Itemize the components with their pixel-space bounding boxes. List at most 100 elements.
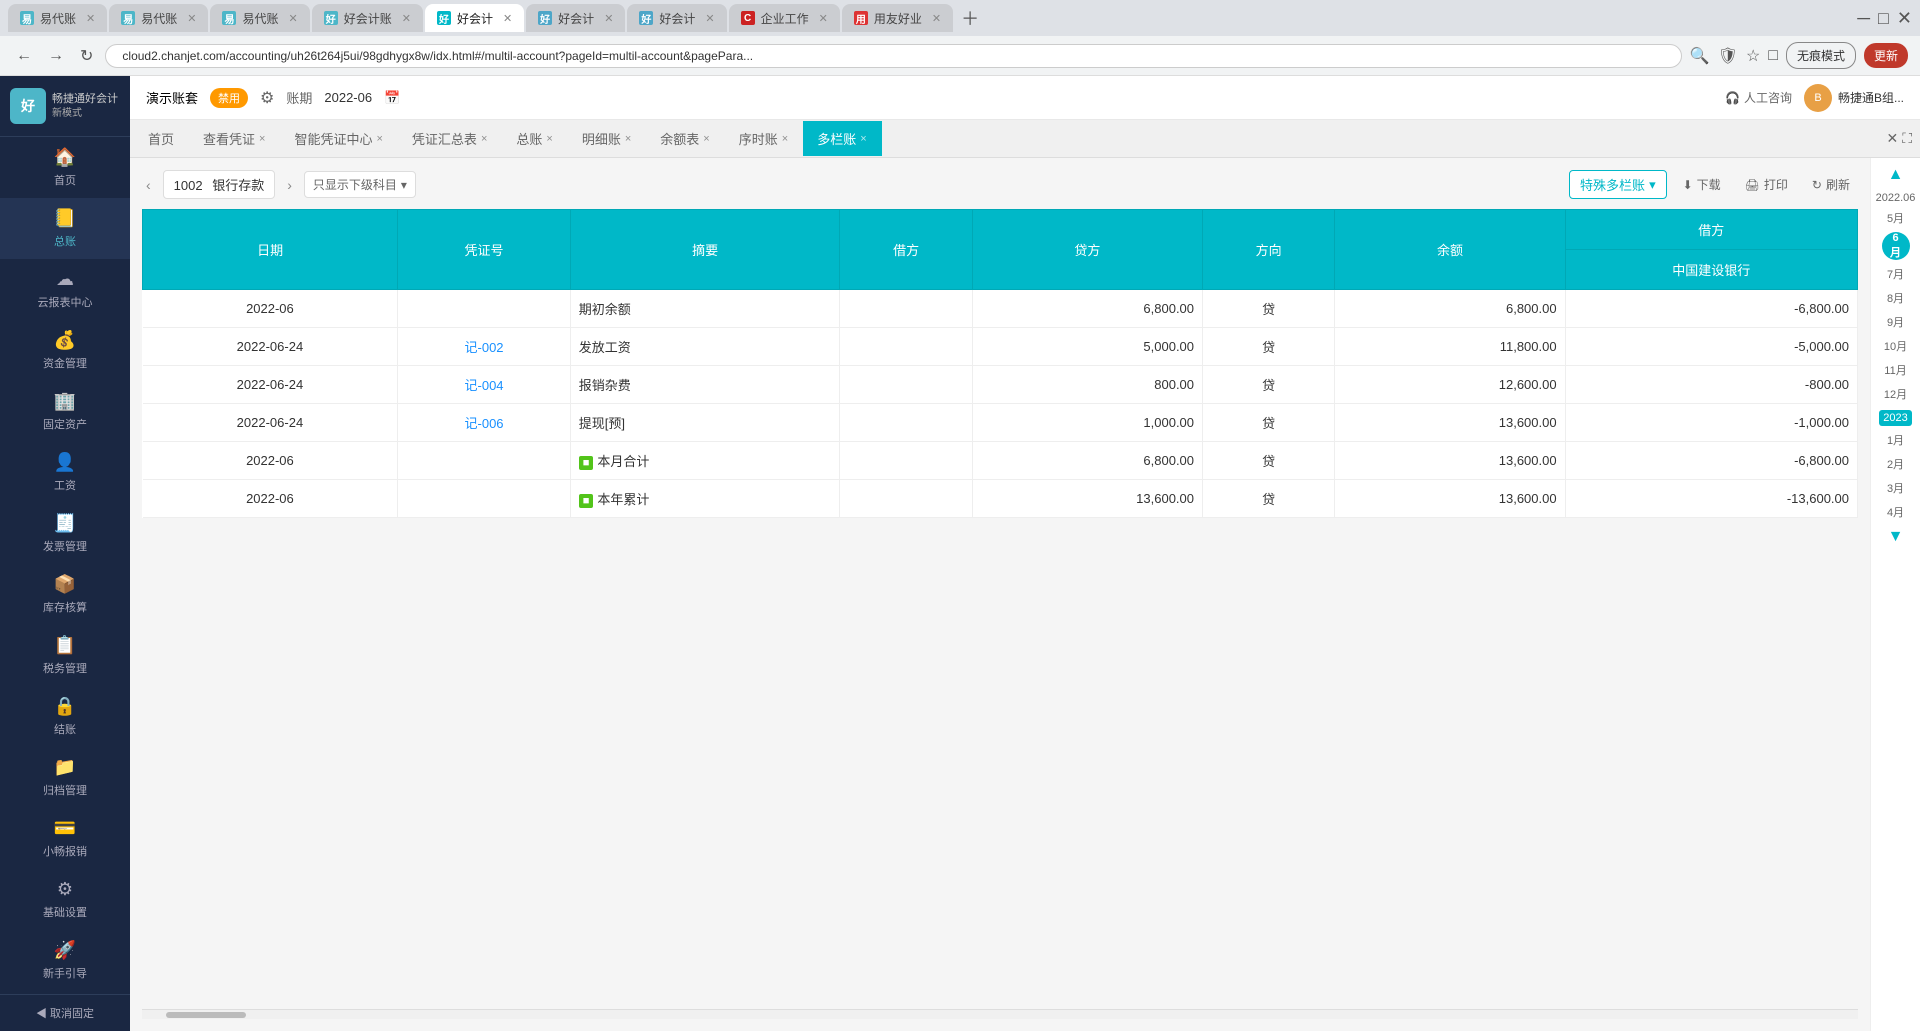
sidebar-item-expense[interactable]: 💳 小畅报销 (0, 808, 130, 869)
browser-tab-9[interactable]: 用 用友好业 ✕ (842, 4, 953, 32)
multi-col-type-button[interactable]: 特殊多栏账 ▾ (1569, 170, 1667, 199)
tab-8-close[interactable]: ✕ (819, 12, 828, 25)
tab-sequence-close[interactable]: × (782, 133, 788, 145)
sidebar-item-settings[interactable]: ⚙ 基础设置 (0, 869, 130, 930)
cell-voucher[interactable]: 记-004 (398, 366, 570, 404)
tab-2-close[interactable]: ✕ (187, 12, 196, 25)
filter-select[interactable]: 只显示下级科目 ▾ (304, 171, 416, 198)
month-jul[interactable]: 7月 (1878, 262, 1914, 286)
prev-account-button[interactable]: ‹ (142, 173, 155, 197)
cell-credit: 1,000.00 (972, 404, 1202, 442)
close-window-btn[interactable]: ✕ (1897, 8, 1912, 29)
scroll-up-icon[interactable]: ▲ (1884, 162, 1908, 188)
sidebar-label-payroll: 工资 (54, 477, 76, 493)
tab-smart-close[interactable]: × (376, 133, 382, 145)
month-nov[interactable]: 11月 (1878, 358, 1914, 382)
month-may[interactable]: 5月 (1878, 206, 1914, 230)
month-oct[interactable]: 10月 (1878, 334, 1914, 358)
cell-voucher[interactable]: 记-002 (398, 328, 570, 366)
tab-3-close[interactable]: ✕ (288, 12, 297, 25)
browser-tab-8[interactable]: C 企业工作 ✕ (729, 4, 840, 32)
tab-smart-voucher[interactable]: 智能凭证中心 × (280, 121, 397, 156)
tab-4-close[interactable]: ✕ (402, 12, 411, 25)
sidebar-item-invoice[interactable]: 🧾 发票管理 (0, 503, 130, 564)
extension-icon[interactable]: □ (1768, 47, 1778, 65)
refresh-button[interactable]: ↻ 刷新 (1804, 172, 1858, 197)
tab-balance-close[interactable]: × (703, 133, 709, 145)
tab-detail[interactable]: 明细账 × (568, 121, 646, 156)
service-button[interactable]: 🎧 人工咨询 (1725, 89, 1792, 106)
tab-multi-col[interactable]: 多栏账 × (803, 121, 881, 156)
sidebar-item-fixed-asset[interactable]: 🏢 固定资产 (0, 381, 130, 442)
tab-home[interactable]: 首页 (134, 121, 189, 156)
scroll-down-icon[interactable]: ▼ (1884, 524, 1908, 550)
print-button[interactable]: 🖨 打印 (1737, 172, 1796, 197)
browser-tab-3[interactable]: 易 易代账 ✕ (210, 4, 309, 32)
next-account-button[interactable]: › (283, 173, 296, 197)
tab-detail-close[interactable]: × (625, 133, 631, 145)
star-icon[interactable]: ☆ (1746, 46, 1760, 66)
sidebar-item-tax[interactable]: 📋 税务管理 (0, 625, 130, 686)
tab-9-close[interactable]: ✕ (932, 12, 941, 25)
tab-balance[interactable]: 余额表 × (646, 121, 724, 156)
scrollbar-thumb-h[interactable] (166, 1012, 246, 1018)
tab-ledger-close[interactable]: × (546, 133, 552, 145)
forward-button[interactable]: → (44, 43, 68, 69)
cell-voucher[interactable]: 记-006 (398, 404, 570, 442)
browser-tab-2[interactable]: 易 易代账 ✕ (109, 4, 208, 32)
browser-tab-4[interactable]: 好 好会计账 ✕ (312, 4, 423, 32)
sidebar-item-ledger[interactable]: 📒 总账 (0, 198, 130, 259)
account-code: 1002 (174, 178, 203, 193)
tab-voucher-close[interactable]: × (259, 133, 265, 145)
gear-button[interactable]: ⚙ (260, 88, 274, 108)
sidebar-item-inventory[interactable]: 📦 库存核算 (0, 564, 130, 625)
update-button[interactable]: 更新 (1864, 43, 1908, 68)
sidebar-item-period-end[interactable]: 🔒 结账 (0, 686, 130, 747)
sidebar-footer[interactable]: ◀ 取消固定 (0, 994, 130, 1031)
month-mar[interactable]: 3月 (1878, 476, 1914, 500)
account-selector[interactable]: 1002 银行存款 (163, 170, 276, 199)
browser-tab-7[interactable]: 好 好会计 ✕ (627, 4, 726, 32)
stealth-mode-button[interactable]: 无痕模式 (1786, 42, 1856, 69)
user-info[interactable]: B 畅捷通B组... (1804, 84, 1904, 112)
calendar-icon[interactable]: 📅 (384, 90, 400, 106)
search-icon[interactable]: 🔍 (1690, 46, 1710, 66)
sidebar-nav: 🏠 首页 📒 总账 ☁ 云报表中心 💰 资金管理 🏢 固定资产 👤 工资 (0, 137, 130, 994)
close-tab-panel-button[interactable]: ✕ (1886, 130, 1898, 147)
month-aug[interactable]: 8月 (1878, 286, 1914, 310)
tab-5-close[interactable]: ✕ (503, 12, 512, 25)
tab-summary-close[interactable]: × (481, 133, 487, 145)
reload-button[interactable]: ↻ (76, 42, 97, 70)
browser-tab-1[interactable]: 易 易代账 ✕ (8, 4, 107, 32)
address-input[interactable]: cloud2.chanjet.com/accounting/uh26t264j5… (105, 44, 1681, 68)
sidebar-item-payroll[interactable]: 👤 工资 (0, 442, 130, 503)
horizontal-scrollbar[interactable] (142, 1009, 1858, 1019)
browser-tab-5[interactable]: 好 好会计 ✕ (425, 4, 524, 32)
sidebar-item-cloud-report[interactable]: ☁ 云报表中心 (0, 259, 130, 320)
sidebar-item-guide[interactable]: 🚀 新手引导 (0, 930, 130, 991)
browser-tab-6[interactable]: 好 好会计 ✕ (526, 4, 625, 32)
tab-sequence[interactable]: 序时账 × (725, 121, 803, 156)
new-tab-button[interactable]: ＋ (955, 5, 985, 31)
maximize-btn[interactable]: □ (1878, 8, 1889, 29)
tab-voucher[interactable]: 查看凭证 × (189, 121, 280, 156)
sidebar-item-fund[interactable]: 💰 资金管理 (0, 320, 130, 381)
tab-6-close[interactable]: ✕ (604, 12, 613, 25)
expand-tab-button[interactable]: ⛶ (1902, 130, 1912, 147)
month-apr[interactable]: 4月 (1878, 500, 1914, 524)
tab-1-close[interactable]: ✕ (86, 12, 95, 25)
minimize-btn[interactable]: ─ (1857, 8, 1870, 29)
download-button[interactable]: ⬇ 下载 (1675, 172, 1729, 197)
tab-voucher-summary[interactable]: 凭证汇总表 × (398, 121, 502, 156)
month-dec[interactable]: 12月 (1878, 382, 1914, 406)
sidebar-item-archive[interactable]: 📁 归档管理 (0, 747, 130, 808)
back-button[interactable]: ← (12, 43, 36, 69)
month-jan[interactable]: 1月 (1878, 428, 1914, 452)
month-sep[interactable]: 9月 (1878, 310, 1914, 334)
month-jun[interactable]: 6月 (1882, 232, 1910, 260)
tab-7-close[interactable]: ✕ (705, 12, 714, 25)
month-feb[interactable]: 2月 (1878, 452, 1914, 476)
tab-ledger[interactable]: 总账 × (502, 121, 567, 156)
sidebar-item-home[interactable]: 🏠 首页 (0, 137, 130, 198)
tab-multi-close[interactable]: × (860, 133, 866, 145)
